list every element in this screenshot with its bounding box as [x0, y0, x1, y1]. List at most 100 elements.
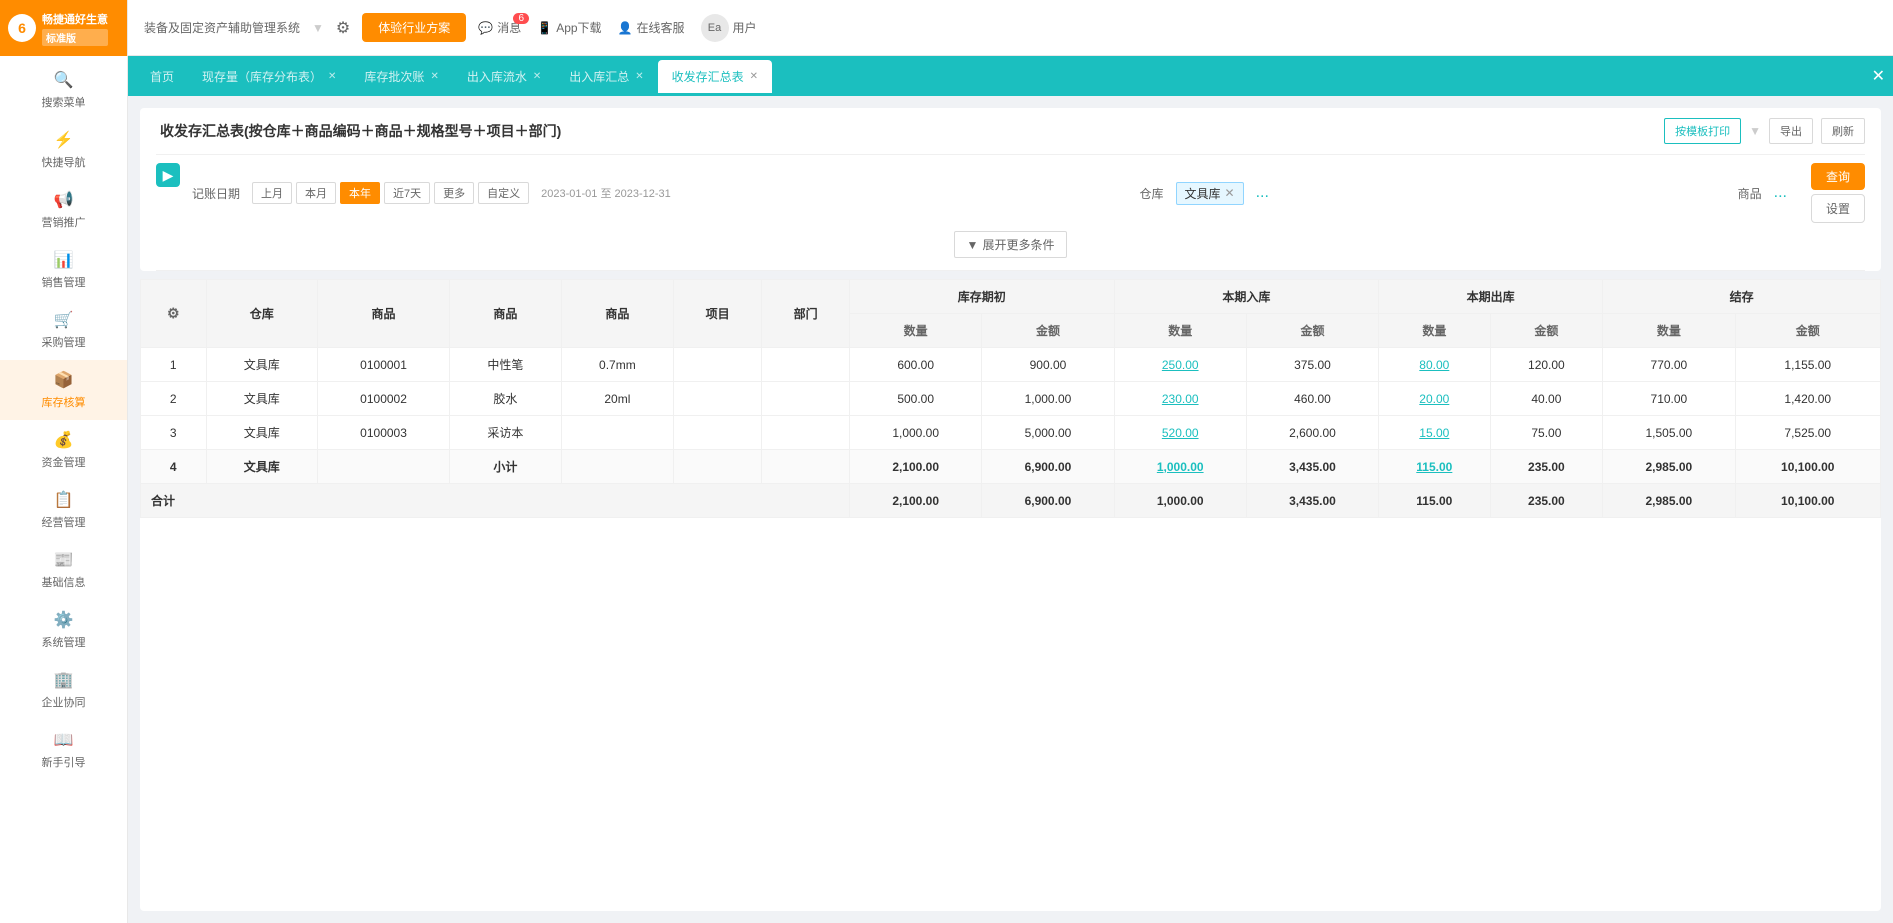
tab-label: 出入库流水	[467, 68, 527, 85]
goods-more-icon[interactable]: ...	[1774, 184, 1787, 202]
row-code: 0100003	[317, 416, 449, 450]
footer-opening-qty: 2,100.00	[850, 484, 982, 518]
col-bal-qty: 数量	[1603, 314, 1735, 348]
tab-close-icon[interactable]: ✕	[430, 71, 438, 82]
date-btn-自定义[interactable]: 自定义	[478, 182, 529, 204]
in-qty-link[interactable]: 250.00	[1162, 358, 1199, 372]
row-bal-qty: 1,505.00	[1603, 416, 1735, 450]
query-btn[interactable]: 查询	[1811, 163, 1865, 190]
tab-首页[interactable]: 首页	[136, 60, 188, 93]
tab-close-icon[interactable]: ✕	[328, 71, 336, 82]
guide-icon: 📖	[54, 730, 74, 750]
row-spec: 20ml	[561, 382, 674, 416]
col-opening-qty: 数量	[850, 314, 982, 348]
gear-icon[interactable]: ⚙	[336, 18, 350, 38]
expand-more-btn[interactable]: ▼ 展开更多条件	[954, 231, 1068, 258]
app-name: 畅捷通好生意	[42, 11, 108, 27]
tabs-bar: 首页现存量（库存分布表）✕库存批次账✕出入库流水✕出入库汇总✕收发存汇总表✕✕	[128, 56, 1893, 96]
expand-icon: ▼	[967, 238, 979, 252]
col-spec-header: 商品	[561, 280, 674, 348]
row-in-qty: 520.00	[1114, 416, 1246, 450]
row-dept	[762, 450, 850, 484]
out-qty-link[interactable]: 80.00	[1419, 358, 1449, 372]
row-out-amt: 120.00	[1490, 348, 1603, 382]
sidebar-item-system[interactable]: ⚙️系统管理	[0, 600, 127, 660]
row-out-qty: 20.00	[1379, 382, 1490, 416]
row-opening-amt: 900.00	[982, 348, 1114, 382]
footer-opening-amt: 6,900.00	[982, 484, 1114, 518]
warehouse-more-icon[interactable]: ...	[1256, 184, 1269, 202]
warehouse-remove-icon[interactable]: ✕	[1225, 186, 1235, 200]
row-bal-amt: 10,100.00	[1735, 450, 1881, 484]
row-out-amt: 40.00	[1490, 382, 1603, 416]
sidebar-item-basic[interactable]: 📰基础信息	[0, 540, 127, 600]
row-opening-qty: 500.00	[850, 382, 982, 416]
tab-label: 出入库汇总	[569, 68, 629, 85]
trial-btn[interactable]: 体验行业方案	[362, 13, 466, 42]
header-actions: 按模板打印 ▼ 导出 刷新	[1664, 118, 1865, 144]
tabs-close-all[interactable]: ✕	[1872, 66, 1885, 86]
sales-icon: 📊	[54, 250, 74, 270]
online-service-label: 在线客服	[637, 19, 685, 36]
out-qty-link[interactable]: 115.00	[1416, 460, 1452, 474]
sidebar-item-quick[interactable]: ⚡快捷导航	[0, 120, 127, 180]
tab-close-icon[interactable]: ✕	[533, 71, 541, 82]
sidebar-item-finance[interactable]: 💰资金管理	[0, 420, 127, 480]
table-row: 3 文具库 0100003 采访本 1,000.00 5,000.00 520.…	[141, 416, 1881, 450]
tab-close-icon[interactable]: ✕	[635, 71, 643, 82]
date-btn-本月[interactable]: 本月	[296, 182, 336, 204]
sidebar-item-sales[interactable]: 📊销售管理	[0, 240, 127, 300]
sidebar-item-guide[interactable]: 📖新手引导	[0, 720, 127, 780]
row-warehouse: 文具库	[206, 382, 317, 416]
in-qty-link[interactable]: 520.00	[1162, 426, 1199, 440]
table-settings-icon[interactable]: ⚙	[167, 305, 180, 321]
date-btn-近7天[interactable]: 近7天	[384, 182, 430, 204]
sidebar-item-search[interactable]: 🔍搜索菜单	[0, 60, 127, 120]
export-btn[interactable]: 导出	[1769, 118, 1813, 144]
col-in-qty: 数量	[1114, 314, 1246, 348]
sidebar-item-purchase[interactable]: 🛒采购管理	[0, 300, 127, 360]
sidebar-item-corp[interactable]: 🏢企业协同	[0, 660, 127, 720]
out-qty-link[interactable]: 20.00	[1419, 392, 1449, 406]
row-opening-amt: 6,900.00	[982, 450, 1114, 484]
sidebar-item-inventory[interactable]: 📦库存核算	[0, 360, 127, 420]
row-bal-qty: 710.00	[1603, 382, 1735, 416]
setting-btn[interactable]: 设置	[1811, 194, 1865, 223]
tab-label: 现存量（库存分布表）	[202, 68, 322, 85]
avatar-text: Ea	[708, 22, 721, 34]
refresh-btn[interactable]: 刷新	[1821, 118, 1865, 144]
service-icon: 👤	[618, 21, 633, 35]
row-in-amt: 460.00	[1246, 382, 1378, 416]
date-btn-更多[interactable]: 更多	[434, 182, 474, 204]
date-btn-本年[interactable]: 本年	[340, 182, 380, 204]
bell-icon: 💬	[478, 21, 493, 35]
print-btn[interactable]: 按模板打印	[1664, 118, 1741, 144]
filter-expand-btn[interactable]: ▶	[156, 163, 180, 187]
topbar-right: 💬 6 消息 📱 App下载 👤 在线客服 Ea 用户	[478, 14, 756, 42]
date-btn-上月[interactable]: 上月	[252, 182, 292, 204]
expand-label: 展开更多条件	[982, 236, 1054, 253]
tab-close-icon[interactable]: ✕	[750, 71, 758, 82]
row-project	[674, 382, 762, 416]
tab-现存量库存分布表[interactable]: 现存量（库存分布表） ✕	[188, 60, 350, 93]
in-qty-link[interactable]: 230.00	[1162, 392, 1199, 406]
message-btn[interactable]: 💬 6 消息	[478, 19, 521, 36]
tab-出入库汇总[interactable]: 出入库汇总 ✕	[555, 60, 657, 93]
row-in-amt: 3,435.00	[1246, 450, 1378, 484]
col-bal-amt: 金额	[1735, 314, 1881, 348]
online-service-btn[interactable]: 👤 在线客服	[618, 19, 685, 36]
topbar: 装备及固定资产辅助管理系统 ▼ ⚙ 体验行业方案 💬 6 消息 📱 App下载 …	[128, 0, 1893, 56]
sidebar-item-marketing[interactable]: 📢营销推广	[0, 180, 127, 240]
app-download-btn[interactable]: 📱 App下载	[537, 19, 601, 36]
sidebar-item-operation[interactable]: 📋经营管理	[0, 480, 127, 540]
row-project	[674, 348, 762, 382]
sidebar: 6 畅捷通好生意 标准版 🔍搜索菜单⚡快捷导航📢营销推广📊销售管理🛒采购管理📦库…	[0, 0, 128, 923]
out-qty-link[interactable]: 15.00	[1419, 426, 1449, 440]
data-table: ⚙ 仓库 商品 商品 商品 项目 部门 库存期初 本期入库 本期出库 结存 数量	[140, 279, 1881, 518]
tab-收发存汇总表[interactable]: 收发存汇总表✕	[658, 60, 772, 93]
in-qty-link[interactable]: 1,000.00	[1157, 460, 1204, 474]
user-menu[interactable]: Ea 用户	[701, 14, 757, 42]
tab-库存批次账[interactable]: 库存批次账✕	[350, 60, 452, 93]
tab-出入库流水[interactable]: 出入库流水 ✕	[453, 60, 555, 93]
row-in-qty: 250.00	[1114, 348, 1246, 382]
